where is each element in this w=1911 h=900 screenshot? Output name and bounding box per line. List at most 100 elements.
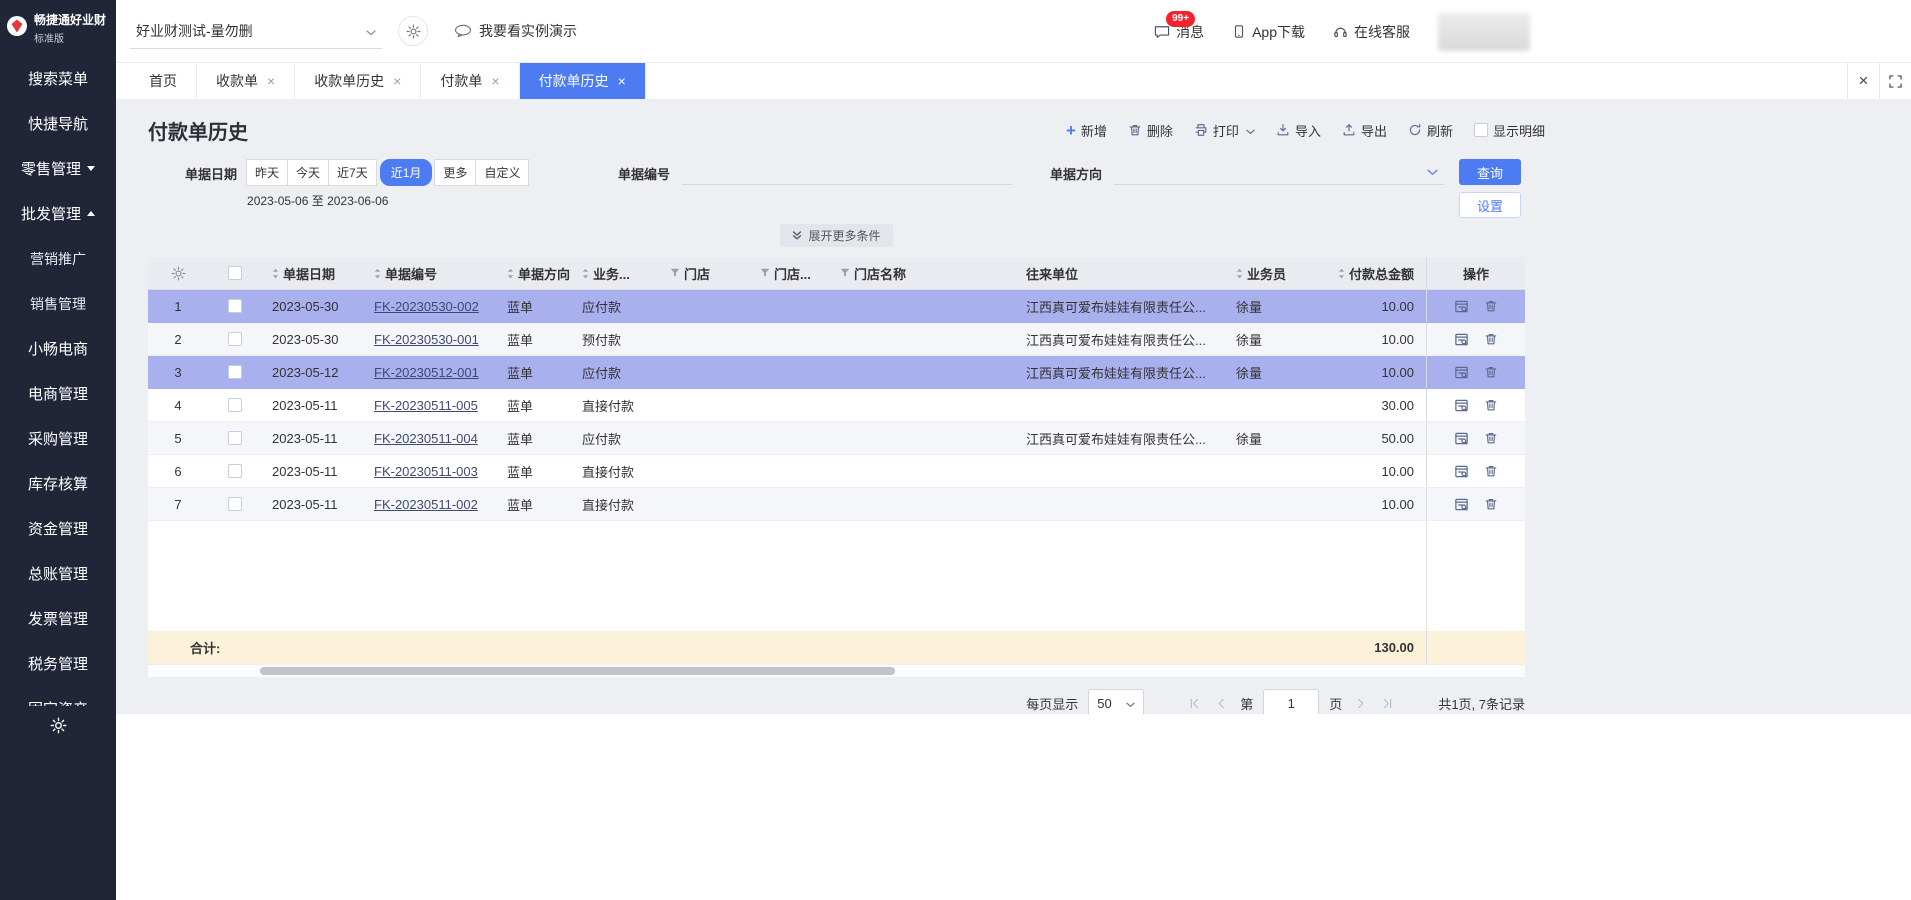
add-button[interactable]: + 新增 [1066, 121, 1107, 140]
sidebar-item-wholesale[interactable]: 批发管理 [0, 191, 116, 236]
delete-icon[interactable] [1484, 365, 1498, 379]
sidebar-item-quick-nav[interactable]: 快捷导航 [0, 101, 116, 146]
last-page-button[interactable] [1379, 698, 1396, 709]
close-all-tabs-button[interactable]: × [1847, 63, 1879, 99]
quick-1month-button[interactable]: 近1月 [379, 159, 433, 186]
prev-page-button[interactable] [1213, 698, 1230, 709]
row-checkbox[interactable] [228, 299, 242, 313]
close-icon[interactable]: × [491, 74, 499, 88]
tab-receipt[interactable]: 收款单 × [197, 63, 296, 99]
direction-select[interactable] [1114, 159, 1445, 185]
doc-no-link[interactable]: FK-20230511-004 [374, 431, 478, 446]
close-icon[interactable]: × [393, 74, 401, 88]
sidebar-item-retail[interactable]: 零售管理 [0, 146, 116, 191]
app-download-button[interactable]: App下载 [1232, 22, 1305, 42]
view-detail-icon[interactable] [1454, 332, 1469, 347]
first-page-button[interactable] [1186, 698, 1203, 709]
sidebar-item-invoice[interactable]: 发票管理 [0, 596, 116, 641]
sidebar-item-general-ledger[interactable]: 总账管理 [0, 551, 116, 596]
doc-no-link[interactable]: FK-20230512-001 [374, 365, 479, 380]
settings-button[interactable]: 设置 [1459, 192, 1522, 218]
sidebar-item-tax[interactable]: 税务管理 [0, 641, 116, 686]
quick-7days-button[interactable]: 近7天 [328, 159, 377, 186]
doc-no-link[interactable]: FK-20230511-002 [374, 497, 478, 512]
sidebar-item-sales[interactable]: 销售管理 [0, 281, 116, 326]
delete-icon[interactable] [1484, 497, 1498, 511]
close-icon[interactable]: × [618, 74, 626, 88]
online-support-button[interactable]: 在线客服 [1333, 22, 1410, 42]
tab-home[interactable]: 首页 [130, 63, 197, 99]
table-row[interactable]: 6 2023-05-11 FK-20230511-003 蓝单 直接付款 10.… [148, 455, 1525, 488]
row-checkbox[interactable] [228, 431, 242, 445]
view-detail-icon[interactable] [1454, 398, 1469, 413]
col-direction[interactable]: 单据方向 [497, 264, 572, 283]
row-checkbox[interactable] [228, 332, 242, 346]
refresh-button[interactable]: 刷新 [1408, 121, 1453, 140]
view-detail-icon[interactable] [1454, 431, 1469, 446]
col-date[interactable]: 单据日期 [262, 264, 364, 283]
demo-link[interactable]: 我要看实例演示 [454, 21, 577, 41]
import-button[interactable]: 导入 [1276, 121, 1321, 140]
gear-icon[interactable] [50, 717, 67, 739]
search-button[interactable]: 查询 [1459, 159, 1522, 185]
row-checkbox[interactable] [228, 398, 242, 412]
select-all-checkbox[interactable] [228, 266, 242, 280]
view-detail-icon[interactable] [1454, 299, 1469, 314]
user-name-redacted[interactable] [1438, 12, 1530, 51]
scrollbar-thumb[interactable] [260, 667, 895, 675]
doc-no-link[interactable]: FK-20230511-005 [374, 398, 478, 413]
messages-button[interactable]: 消息 99+ [1154, 10, 1204, 42]
show-detail-toggle[interactable]: 显示明细 [1473, 121, 1545, 140]
tab-payment-history[interactable]: 付款单历史 × [519, 63, 646, 99]
sidebar-item-search-menu[interactable]: 搜索菜单 [0, 56, 116, 101]
col-partner[interactable]: 往来单位 [1016, 264, 1226, 283]
col-store[interactable]: 门店 [660, 264, 750, 283]
row-checkbox[interactable] [228, 464, 242, 478]
view-detail-icon[interactable] [1454, 365, 1469, 380]
close-icon[interactable]: × [267, 74, 275, 88]
col-doc-no[interactable]: 单据编号 [364, 264, 497, 283]
delete-button[interactable]: 删除 [1128, 121, 1173, 140]
settings-gear-button[interactable] [398, 16, 428, 46]
quick-custom-button[interactable]: 自定义 [475, 159, 530, 186]
table-row[interactable]: 7 2023-05-11 FK-20230511-002 蓝单 直接付款 10.… [148, 488, 1525, 521]
row-checkbox[interactable] [228, 497, 242, 511]
print-button[interactable]: 打印 [1194, 121, 1255, 140]
view-detail-icon[interactable] [1454, 464, 1469, 479]
table-row[interactable]: 2 2023-05-30 FK-20230530-001 蓝单 预付款 江西真可… [148, 323, 1525, 356]
table-row[interactable]: 3 2023-05-12 FK-20230512-001 蓝单 应付款 江西真可… [148, 356, 1525, 389]
col-amount[interactable]: 付款总金额 [1306, 264, 1426, 283]
quick-more-button[interactable]: 更多 [434, 159, 477, 186]
show-detail-checkbox[interactable] [1473, 123, 1488, 137]
sidebar-item-purchase[interactable]: 采购管理 [0, 416, 116, 461]
expand-more-conditions-button[interactable]: 展开更多条件 [780, 224, 893, 247]
delete-icon[interactable] [1484, 431, 1498, 445]
sidebar-item-marketing[interactable]: 营销推广 [0, 236, 116, 281]
delete-icon[interactable] [1484, 398, 1498, 412]
table-row[interactable]: 4 2023-05-11 FK-20230511-005 蓝单 直接付款 30.… [148, 389, 1525, 422]
doc-no-link[interactable]: FK-20230530-001 [374, 332, 479, 347]
col-store-2[interactable]: 门店... [750, 264, 830, 283]
view-detail-icon[interactable] [1454, 497, 1469, 512]
delete-icon[interactable] [1484, 299, 1498, 313]
doc-no-input[interactable] [682, 159, 1013, 185]
doc-no-link[interactable]: FK-20230530-002 [374, 299, 479, 314]
table-row[interactable]: 5 2023-05-11 FK-20230511-004 蓝单 应付款 江西真可… [148, 422, 1525, 455]
tab-payment[interactable]: 付款单 × [421, 63, 520, 99]
row-checkbox[interactable] [228, 365, 242, 379]
quick-yesterday-button[interactable]: 昨天 [246, 159, 289, 186]
delete-icon[interactable] [1484, 332, 1498, 346]
fullscreen-button[interactable] [1879, 63, 1911, 99]
page-number-input[interactable] [1263, 689, 1320, 714]
workspace-select[interactable]: 好业财测试-量勿删 [130, 14, 382, 49]
tab-receipt-history[interactable]: 收款单历史 × [295, 63, 422, 99]
export-button[interactable]: 导出 [1342, 121, 1387, 140]
table-row[interactable]: 1 2023-05-30 FK-20230530-002 蓝单 应付款 江西真可… [148, 290, 1525, 323]
horizontal-scrollbar[interactable] [148, 665, 1525, 677]
col-store-name[interactable]: 门店名称 [830, 264, 1016, 283]
col-salesman[interactable]: 业务员 [1226, 264, 1306, 283]
sidebar-item-ecommerce[interactable]: 电商管理 [0, 371, 116, 416]
quick-today-button[interactable]: 今天 [287, 159, 330, 186]
next-page-button[interactable] [1352, 698, 1369, 709]
sidebar-item-xiaochang-ecom[interactable]: 小畅电商 [0, 326, 116, 371]
